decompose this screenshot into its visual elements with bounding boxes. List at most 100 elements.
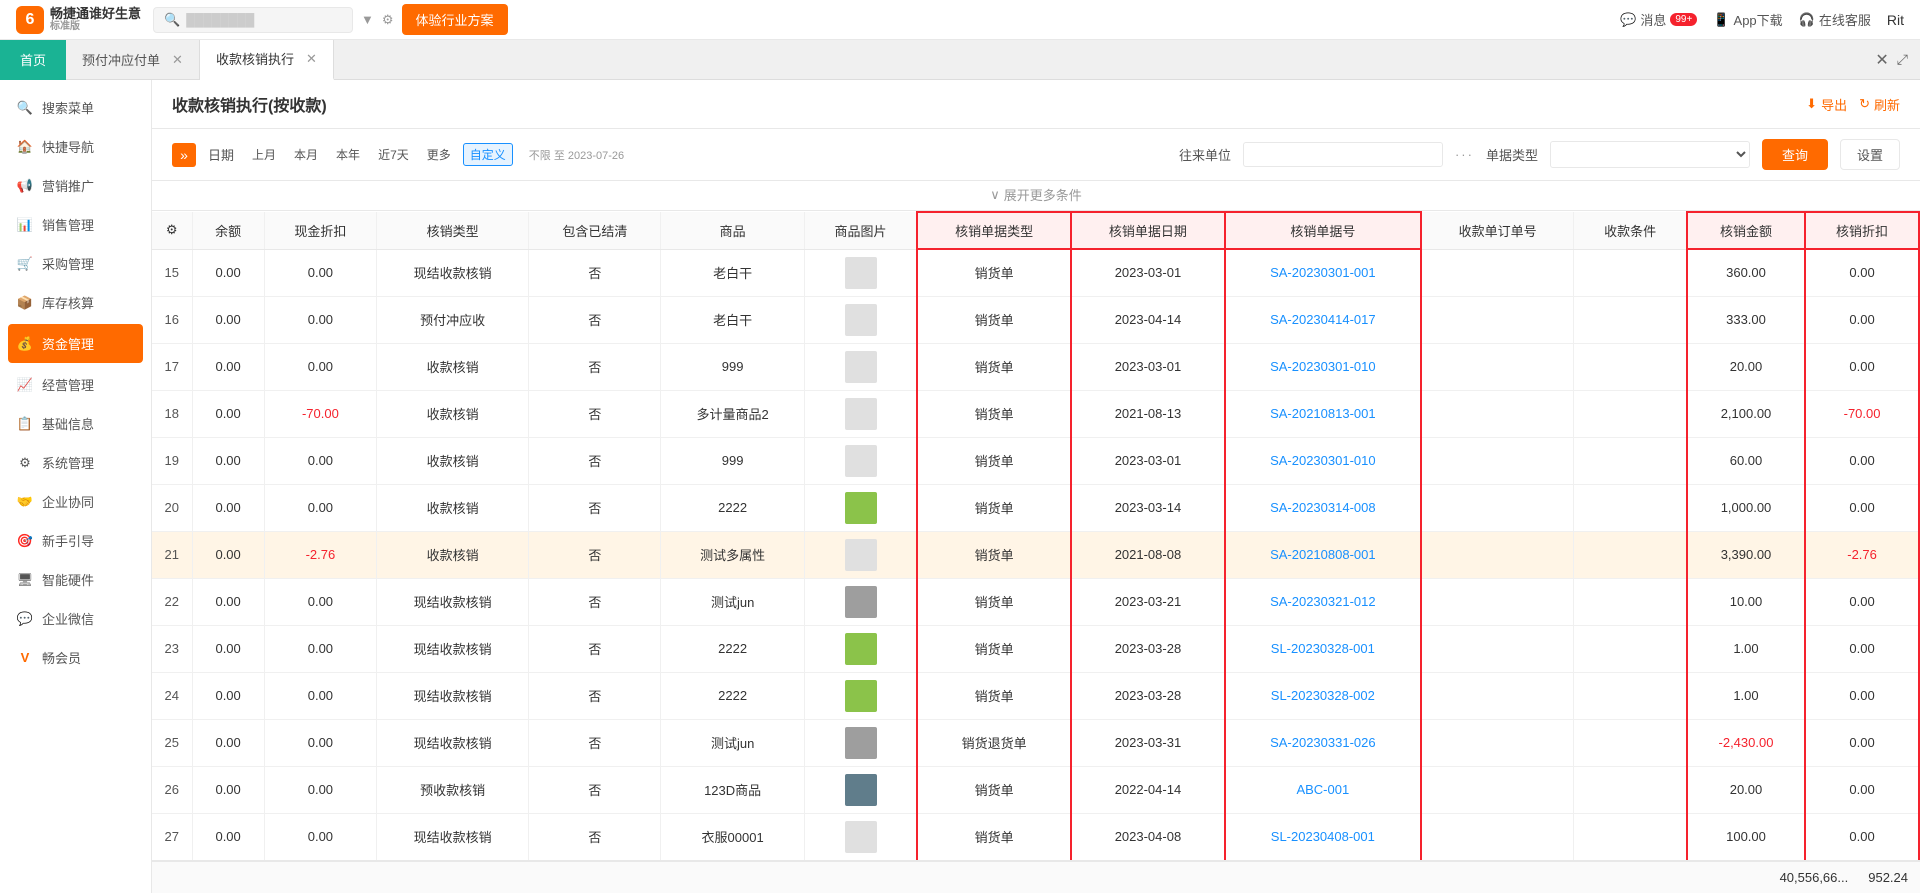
megaphone-icon: 📢: [16, 177, 34, 195]
cell-verify-type: 现结收款核销: [377, 672, 529, 719]
th-verify-amount: 核销金额: [1687, 212, 1805, 249]
sidebar-item-search-menu[interactable]: 🔍 搜索菜单: [0, 88, 151, 127]
trial-btn[interactable]: 体验行业方案: [402, 4, 508, 35]
tab-verify[interactable]: 收款核销执行 ✕: [200, 40, 334, 80]
sidebar-item-label-operations: 经营管理: [42, 375, 94, 394]
cell-bill-no[interactable]: SA-20230414-017: [1225, 296, 1421, 343]
refresh-btn[interactable]: ↻ 刷新: [1859, 95, 1900, 114]
cell-bill-no[interactable]: SA-20230301-010: [1225, 343, 1421, 390]
gear-icon[interactable]: ⚙: [382, 12, 394, 28]
cell-bill-no[interactable]: SA-20230314-008: [1225, 484, 1421, 531]
sidebar-item-inventory[interactable]: 📦 库存核算: [0, 283, 151, 322]
cell-verify-discount: 0.00: [1805, 625, 1919, 672]
cell-product: 测试jun: [661, 719, 804, 766]
last-7days-btn[interactable]: 近7天: [372, 144, 415, 165]
table-container[interactable]: ⚙ 余额 现金折扣 核销类型 包含已结清 商品 商品图片 核销单据类型 核销单据…: [152, 211, 1920, 893]
cell-verify-type: 现结收款核销: [377, 578, 529, 625]
cell-product: 123D商品: [661, 766, 804, 813]
bill-type-select[interactable]: [1550, 141, 1750, 168]
cell-verify-type: 现结收款核销: [377, 625, 529, 672]
cell-bill-no[interactable]: SL-20230328-002: [1225, 672, 1421, 719]
cell-bill-no[interactable]: SA-20230301-001: [1225, 249, 1421, 296]
custom-date-btn[interactable]: 自定义: [463, 143, 513, 166]
this-year-btn[interactable]: 本年: [330, 144, 366, 165]
sidebar-item-quick-nav[interactable]: 🏠 快捷导航: [0, 127, 151, 166]
cell-cash-discount: 0.00: [264, 813, 376, 860]
cell-bill-no[interactable]: ABC-001: [1225, 766, 1421, 813]
sidebar-item-operations[interactable]: 📈 经营管理: [0, 365, 151, 404]
sidebar-item-wechat[interactable]: 💬 企业微信: [0, 599, 151, 638]
cell-verify-amount: 60.00: [1687, 437, 1805, 484]
cell-verify-amount: 20.00: [1687, 343, 1805, 390]
sidebar-item-system[interactable]: ⚙ 系统管理: [0, 443, 151, 482]
logo-text: 畅捷通谁好生意 标准版: [50, 6, 141, 34]
close-window-icon[interactable]: ✕: [1875, 50, 1888, 70]
last-month-btn[interactable]: 上月: [246, 144, 282, 165]
expand-more-btn[interactable]: ∨ 展开更多条件: [990, 185, 1082, 204]
tab-prepay-label: 预付冲应付单: [82, 50, 160, 69]
cell-id: 25: [152, 719, 192, 766]
cell-payment-terms: [1574, 813, 1687, 860]
tab-verify-close[interactable]: ✕: [306, 51, 317, 67]
top-search-box[interactable]: 🔍 ████████: [153, 7, 353, 33]
tab-prepay-close[interactable]: ✕: [172, 52, 183, 68]
sidebar-item-sales[interactable]: 📊 销售管理: [0, 205, 151, 244]
online-service-item[interactable]: 🎧 在线客服: [1799, 10, 1871, 29]
cell-include-cleared: 否: [529, 578, 661, 625]
sidebar-item-member[interactable]: V 畅会员: [0, 638, 151, 677]
cell-balance: 0.00: [192, 672, 264, 719]
cell-include-cleared: 否: [529, 390, 661, 437]
chevron-down-icon[interactable]: ▼: [361, 12, 374, 27]
cell-bill-type: 销货单: [917, 766, 1071, 813]
date-filter-label: 日期: [208, 145, 234, 164]
maximize-icon[interactable]: ⤢: [1897, 51, 1908, 68]
from-unit-input[interactable]: [1243, 142, 1443, 167]
cell-bill-no[interactable]: SA-20230301-010: [1225, 437, 1421, 484]
cell-id: 26: [152, 766, 192, 813]
cell-bill-no[interactable]: SA-20230331-026: [1225, 719, 1421, 766]
this-month-btn[interactable]: 本月: [288, 144, 324, 165]
message-nav-item[interactable]: 💬 消息 99+: [1620, 10, 1697, 29]
cell-receipt-order: [1421, 578, 1574, 625]
cell-verify-type: 现结收款核销: [377, 813, 529, 860]
sidebar-item-marketing[interactable]: 📢 营销推广: [0, 166, 151, 205]
sidebar-item-capital[interactable]: 💰 资金管理: [8, 324, 143, 363]
app-download-item[interactable]: 📱 App下载: [1713, 10, 1782, 29]
export-btn[interactable]: ⬇ 导出: [1806, 95, 1847, 114]
sidebar-item-smart-hw[interactable]: 🖥 智能硬件: [0, 560, 151, 599]
cell-bill-no[interactable]: SL-20230408-001: [1225, 813, 1421, 860]
filter-expand-btn[interactable]: »: [172, 143, 196, 167]
cell-product-img: [804, 437, 917, 484]
cell-cash-discount: 0.00: [264, 578, 376, 625]
tab-home[interactable]: 首页: [0, 40, 66, 80]
table-row: 15 0.00 0.00 现结收款核销 否 老白干 销货单 2023-03-01…: [152, 249, 1919, 296]
sidebar: 🔍 搜索菜单 🏠 快捷导航 📢 营销推广 📊 销售管理 🛒 采购管理 📦 库存核…: [0, 80, 152, 893]
sidebar-item-purchase[interactable]: 🛒 采购管理: [0, 244, 151, 283]
cell-bill-no[interactable]: SA-20230321-012: [1225, 578, 1421, 625]
settings-btn[interactable]: 设置: [1840, 139, 1900, 170]
th-settings[interactable]: ⚙: [152, 212, 192, 249]
cell-bill-no[interactable]: SA-20210813-001: [1225, 390, 1421, 437]
cell-bill-no[interactable]: SL-20230328-001: [1225, 625, 1421, 672]
query-btn[interactable]: 查询: [1762, 139, 1828, 170]
basic-info-icon: 📋: [16, 415, 34, 433]
cell-verify-discount: -70.00: [1805, 390, 1919, 437]
cell-verify-discount: 0.00: [1805, 296, 1919, 343]
sidebar-item-enterprise[interactable]: 🤝 企业协同: [0, 482, 151, 521]
user-name-item[interactable]: Rit: [1887, 12, 1904, 28]
sidebar-item-basic-info[interactable]: 📋 基础信息: [0, 404, 151, 443]
message-icon: 💬: [1620, 12, 1636, 28]
cell-id: 19: [152, 437, 192, 484]
cell-bill-type: 销货单: [917, 578, 1071, 625]
cell-balance: 0.00: [192, 766, 264, 813]
cell-balance: 0.00: [192, 531, 264, 578]
tab-prepay[interactable]: 预付冲应付单 ✕: [66, 40, 200, 80]
filter-bar: » 日期 上月 本月 本年 近7天 更多 自定义 不限 至 2023-07-26…: [152, 129, 1920, 181]
more-date-btn[interactable]: 更多: [421, 144, 457, 165]
cell-id: 23: [152, 625, 192, 672]
sidebar-item-guide[interactable]: 🎯 新手引导: [0, 521, 151, 560]
cell-product: 999: [661, 437, 804, 484]
cell-bill-no[interactable]: SA-20210808-001: [1225, 531, 1421, 578]
cell-receipt-order: [1421, 766, 1574, 813]
cell-bill-date: 2023-03-28: [1071, 625, 1225, 672]
